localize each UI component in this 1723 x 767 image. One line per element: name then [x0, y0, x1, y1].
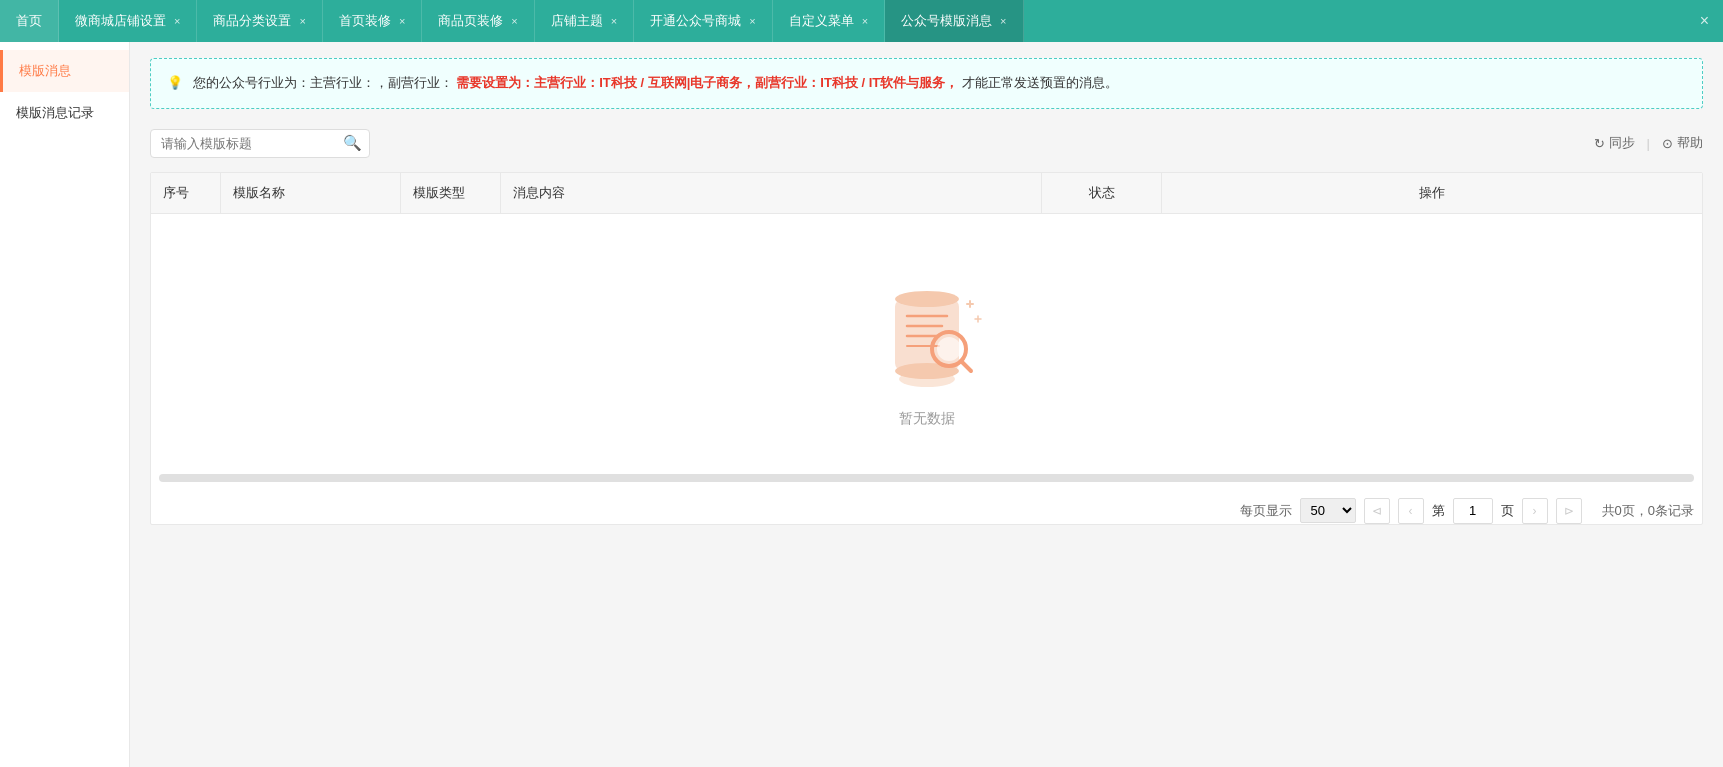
search-left: 🔍 [150, 129, 370, 158]
empty-state: 暂无数据 [151, 214, 1702, 468]
scrollbar-area[interactable] [151, 468, 1702, 488]
th-status: 状态 [1042, 173, 1162, 213]
search-input-wrap: 🔍 [150, 129, 370, 158]
nav-tab-template-msg[interactable]: 公众号模版消息 × [885, 0, 1023, 42]
table-header: 序号 模版名称 模版类型 消息内容 状态 操作 [151, 173, 1702, 214]
page-input[interactable] [1453, 498, 1493, 524]
scrollbar-track[interactable] [159, 474, 1694, 482]
pagination-bar: 每页显示 50 10 20 100 ⊲ ‹ 第 页 › ⊳ 共0页，0条记录 [151, 488, 1702, 524]
search-right: ↻ 同步 | ⊙ 帮助 [1594, 134, 1703, 152]
search-bar: 🔍 ↻ 同步 | ⊙ 帮助 [150, 129, 1703, 158]
table-wrap: 序号 模版名称 模版类型 消息内容 状态 操作 [150, 172, 1703, 525]
empty-illustration [867, 274, 987, 394]
page-next-button[interactable]: › [1522, 498, 1548, 524]
bulb-icon: 💡 [167, 75, 183, 90]
sync-button[interactable]: ↻ 同步 [1594, 134, 1635, 152]
close-all-tabs[interactable]: × [1686, 12, 1723, 30]
help-icon: ⊙ [1662, 136, 1673, 151]
svg-point-2 [895, 291, 959, 307]
nav-tab-home-decor[interactable]: 首页装修 × [323, 0, 422, 42]
nav-tab-store-settings[interactable]: 微商城店铺设置 × [59, 0, 197, 42]
nav-tab-home[interactable]: 首页 [0, 0, 59, 42]
close-tab-store-settings[interactable]: × [174, 15, 180, 27]
svg-line-10 [961, 361, 971, 371]
content-area: 💡 您的公众号行业为：主营行业：，副营行业： 需要设置为：主营行业：IT科技 /… [130, 42, 1723, 767]
th-action: 操作 [1162, 173, 1702, 213]
help-button[interactable]: ⊙ 帮助 [1662, 134, 1703, 152]
close-tab-theme[interactable]: × [611, 15, 617, 27]
close-tab-custom-menu[interactable]: × [862, 15, 868, 27]
page-first-button[interactable]: ⊲ [1364, 498, 1390, 524]
page-size-select[interactable]: 50 10 20 100 [1300, 498, 1356, 523]
sidebar-item-template-msg-log[interactable]: 模版消息记录 [0, 92, 129, 134]
nav-tab-custom-menu[interactable]: 自定义菜单 × [773, 0, 885, 42]
page-prev-button[interactable]: ‹ [1398, 498, 1424, 524]
main-layout: 模版消息 模版消息记录 💡 您的公众号行业为：主营行业：，副营行业： 需要设置为… [0, 42, 1723, 767]
search-input[interactable] [150, 129, 370, 158]
page-last-button[interactable]: ⊳ [1556, 498, 1582, 524]
close-tab-template-msg[interactable]: × [1000, 15, 1006, 27]
close-tab-open-mall[interactable]: × [749, 15, 755, 27]
th-seq: 序号 [151, 173, 221, 213]
search-icon[interactable]: 🔍 [343, 134, 362, 152]
divider: | [1647, 136, 1650, 151]
nav-tab-theme[interactable]: 店铺主题 × [535, 0, 634, 42]
close-tab-category[interactable]: × [299, 15, 305, 27]
empty-text: 暂无数据 [899, 410, 955, 428]
th-type: 模版类型 [401, 173, 501, 213]
close-tab-product-decor[interactable]: × [511, 15, 517, 27]
sidebar-item-template-msg[interactable]: 模版消息 [0, 50, 129, 92]
nav-tab-product-decor[interactable]: 商品页装修 × [422, 0, 534, 42]
sidebar: 模版消息 模版消息记录 [0, 42, 130, 767]
top-nav: 首页 微商城店铺设置 × 商品分类设置 × 首页装修 × 商品页装修 × 店铺主… [0, 0, 1723, 42]
sync-icon: ↻ [1594, 136, 1605, 151]
th-name: 模版名称 [221, 173, 401, 213]
notice-box: 💡 您的公众号行业为：主营行业：，副营行业： 需要设置为：主营行业：IT科技 /… [150, 58, 1703, 109]
nav-tab-category-settings[interactable]: 商品分类设置 × [197, 0, 322, 42]
close-tab-home-decor[interactable]: × [399, 15, 405, 27]
nav-tab-open-mall[interactable]: 开通公众号商城 × [634, 0, 772, 42]
th-content: 消息内容 [501, 173, 1042, 213]
svg-point-9 [937, 337, 961, 361]
